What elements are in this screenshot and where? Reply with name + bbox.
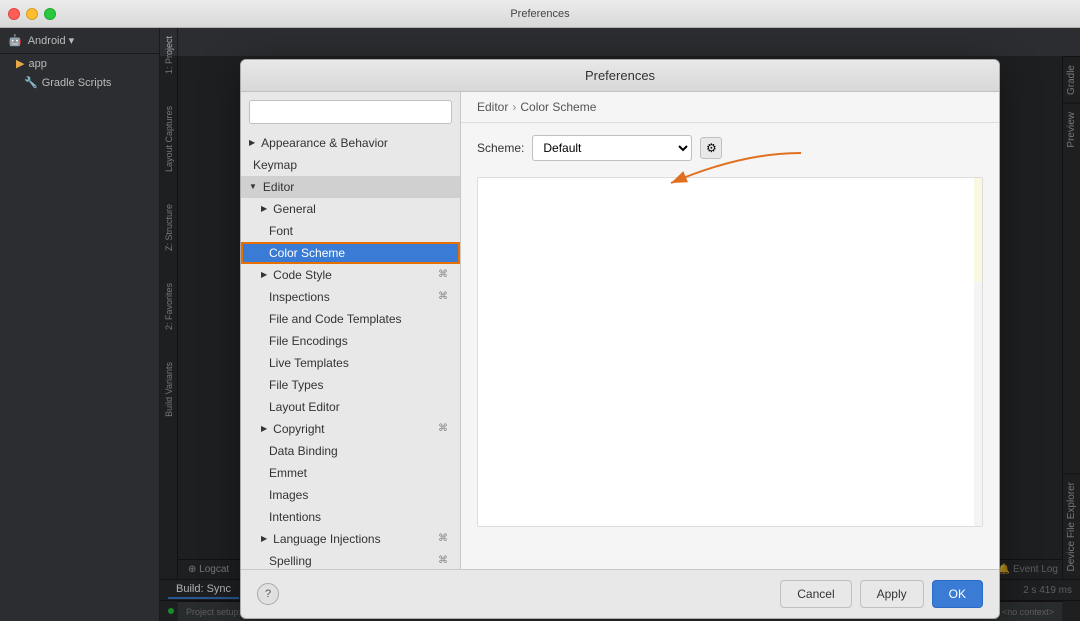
ide-tree-gradle[interactable]: 🔧 Gradle Scripts xyxy=(0,73,159,92)
footer-right: Cancel Apply OK xyxy=(780,580,983,608)
close-button[interactable] xyxy=(8,8,20,20)
ide-tree-app[interactable]: ▶ app xyxy=(0,54,159,73)
breadcrumb-current: Color Scheme xyxy=(520,100,596,114)
app-container: 🤖 Android ▾ ▶ app 🔧 Gradle Scripts Gradl… xyxy=(0,28,1080,621)
nav-color-scheme-label: Color Scheme xyxy=(269,246,345,260)
nav-emmet-label: Emmet xyxy=(269,466,307,480)
nav-images-label: Images xyxy=(269,488,308,502)
folder-icon-gradle: 🔧 xyxy=(24,76,38,89)
arrow-icon: ▶ xyxy=(249,138,255,147)
nav-file-encodings[interactable]: File Encodings xyxy=(241,330,460,352)
nav-code-style[interactable]: ▶ Code Style ⌘ xyxy=(241,264,460,286)
ide-sidebar: 🤖 Android ▾ ▶ app 🔧 Gradle Scripts xyxy=(0,28,160,621)
search-box xyxy=(241,92,460,132)
nav-lang-injections-label: Language Injections xyxy=(273,532,380,546)
color-preview-area xyxy=(477,177,983,527)
title-bar: Preferences xyxy=(0,0,1080,28)
nav-intentions[interactable]: Intentions xyxy=(241,506,460,528)
ide-content-area: Gradle Preview Device File Explorer 1: P… xyxy=(160,28,1080,621)
window-title: Preferences xyxy=(510,8,569,20)
nav-lang-injections[interactable]: ▶ Language Injections ⌘ xyxy=(241,528,460,550)
nav-appearance[interactable]: ▶ Appearance & Behavior xyxy=(241,132,460,154)
breadcrumb-separator: › xyxy=(512,100,516,114)
preferences-dialog: Preferences ▶ Appearance & Behavior xyxy=(240,59,1000,619)
nav-file-code-templates[interactable]: File and Code Templates xyxy=(241,308,460,330)
android-icon: 🤖 xyxy=(8,34,22,47)
nav-images[interactable]: Images xyxy=(241,484,460,506)
nav-layout-editor-label: Layout Editor xyxy=(269,400,340,414)
window-controls[interactable] xyxy=(8,8,56,20)
scheme-row: Scheme: Default Darcula High contrast ⚙ xyxy=(477,135,983,161)
arrow-icon-code-style: ▶ xyxy=(261,270,267,279)
nav-live-templates[interactable]: Live Templates xyxy=(241,352,460,374)
arrow-icon-general: ▶ xyxy=(261,204,267,213)
nav-copyright-label: Copyright xyxy=(273,422,324,436)
dialog-content: Editor › Color Scheme Scheme: Default Da… xyxy=(461,92,999,569)
scheme-label: Scheme: xyxy=(477,141,524,155)
arrow-icon-editor: ▼ xyxy=(249,182,257,191)
nav-editor[interactable]: ▼ Editor xyxy=(241,176,460,198)
footer-left: ? xyxy=(257,583,279,605)
nav-spelling-label: Spelling xyxy=(269,554,312,568)
minimize-button[interactable] xyxy=(26,8,38,20)
lang-shortcut: ⌘ xyxy=(438,533,448,544)
cancel-button[interactable]: Cancel xyxy=(780,580,851,608)
nav-data-binding[interactable]: Data Binding xyxy=(241,440,460,462)
ide-tree-gradle-label: Gradle Scripts xyxy=(42,77,112,89)
ok-button[interactable]: OK xyxy=(932,580,983,608)
nav-emmet[interactable]: Emmet xyxy=(241,462,460,484)
nav-intentions-label: Intentions xyxy=(269,510,321,524)
nav-keymap-label: Keymap xyxy=(253,158,297,172)
help-button[interactable]: ? xyxy=(257,583,279,605)
ide-project-label: Android ▾ xyxy=(28,34,75,47)
nav-editor-label: Editor xyxy=(263,180,294,194)
arrow-icon-copyright: ▶ xyxy=(261,424,267,433)
ide-sidebar-header: 🤖 Android ▾ xyxy=(0,28,159,54)
inspections-shortcut: ⌘ xyxy=(438,291,448,302)
nav-layout-editor[interactable]: Layout Editor xyxy=(241,396,460,418)
nav-inspections[interactable]: Inspections ⌘ xyxy=(241,286,460,308)
nav-code-style-label: Code Style xyxy=(273,268,332,282)
nav-copyright[interactable]: ▶ Copyright ⌘ xyxy=(241,418,460,440)
breadcrumb: Editor › Color Scheme xyxy=(461,92,999,123)
nav-keymap[interactable]: Keymap xyxy=(241,154,460,176)
breadcrumb-parent: Editor xyxy=(477,100,508,114)
scheme-gear-button[interactable]: ⚙ xyxy=(700,137,722,159)
nav-file-types-label: File Types xyxy=(269,378,323,392)
dialog-body: ▶ Appearance & Behavior Keymap ▼ Editor … xyxy=(241,92,999,569)
nav-live-templates-label: Live Templates xyxy=(269,356,349,370)
nav-inspections-label: Inspections xyxy=(269,290,330,304)
nav-file-encodings-label: File Encodings xyxy=(269,334,348,348)
scheme-select[interactable]: Default Darcula High contrast xyxy=(532,135,692,161)
nav-data-binding-label: Data Binding xyxy=(269,444,338,458)
nav-color-scheme[interactable]: Color Scheme xyxy=(241,242,460,264)
apply-button[interactable]: Apply xyxy=(860,580,924,608)
search-input[interactable] xyxy=(249,100,452,124)
nav-general-label: General xyxy=(273,202,316,216)
dialog-overlay: Preferences ▶ Appearance & Behavior xyxy=(160,56,1080,621)
arrow-icon-lang: ▶ xyxy=(261,534,267,543)
dialog-nav: ▶ Appearance & Behavior Keymap ▼ Editor … xyxy=(241,92,461,569)
nav-appearance-label: Appearance & Behavior xyxy=(261,136,388,150)
nav-spelling[interactable]: Spelling ⌘ xyxy=(241,550,460,569)
spelling-shortcut: ⌘ xyxy=(438,555,448,566)
ide-tree-app-label: app xyxy=(28,58,46,70)
nav-file-types[interactable]: File Types xyxy=(241,374,460,396)
nav-font-label: Font xyxy=(269,224,293,238)
folder-icon: ▶ xyxy=(16,57,24,70)
nav-file-code-templates-label: File and Code Templates xyxy=(269,312,402,326)
copyright-shortcut: ⌘ xyxy=(438,423,448,434)
dialog-footer: ? Cancel Apply OK xyxy=(241,569,999,618)
nav-general[interactable]: ▶ General xyxy=(241,198,460,220)
color-stripe xyxy=(974,178,982,526)
dialog-title: Preferences xyxy=(241,60,999,92)
nav-font[interactable]: Font xyxy=(241,220,460,242)
maximize-button[interactable] xyxy=(44,8,56,20)
content-main: Scheme: Default Darcula High contrast ⚙ xyxy=(461,123,999,569)
code-style-shortcut: ⌘ xyxy=(438,269,448,280)
